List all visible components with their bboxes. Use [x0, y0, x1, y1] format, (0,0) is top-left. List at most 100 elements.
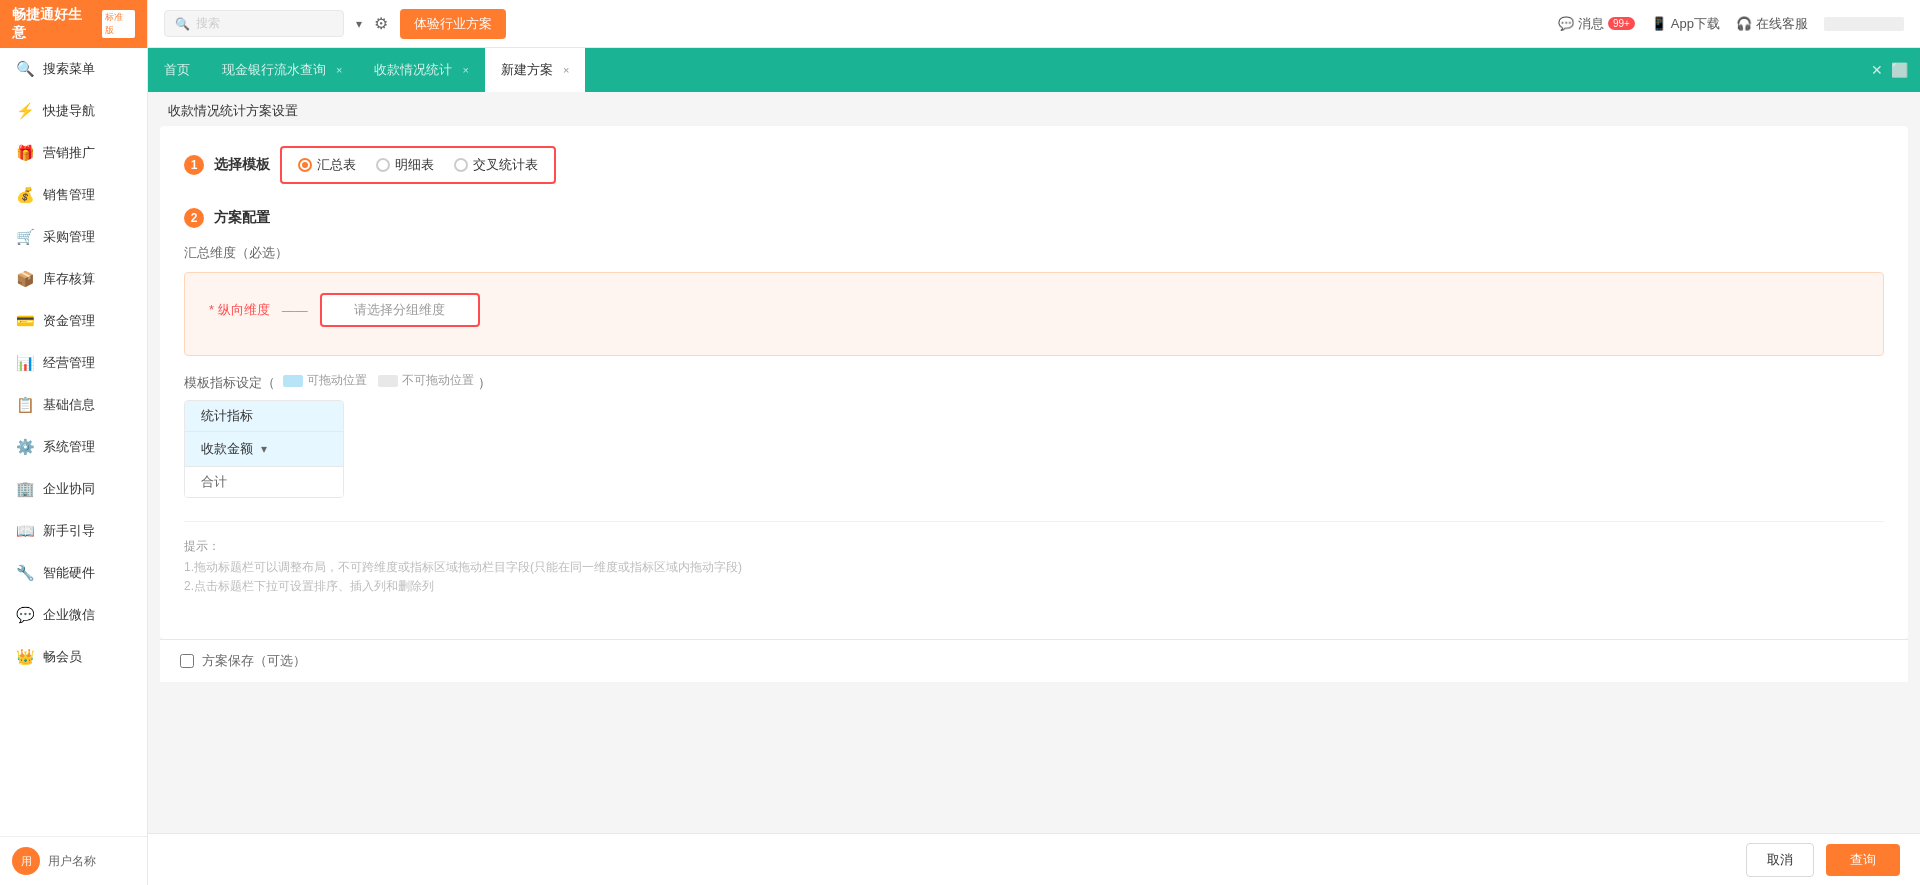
metric-dropdown-icon[interactable]: ▾: [261, 442, 267, 456]
section1-title-row: 1 选择模板 汇总表 明细表 交叉统计表: [184, 146, 1884, 184]
radio-summary: [298, 158, 312, 172]
sidebar-item-system[interactable]: ⚙️系统管理: [0, 426, 147, 468]
tab-collection-stats[interactable]: 收款情况统计×: [358, 48, 484, 92]
service-label: 在线客服: [1756, 15, 1808, 33]
draggable-dot: [283, 375, 303, 387]
legend-close-paren: ）: [478, 375, 491, 390]
message-icon: 💬: [1558, 16, 1574, 31]
option-summary[interactable]: 汇总表: [298, 156, 356, 174]
message-button[interactable]: 💬 消息 99+: [1558, 15, 1635, 33]
sidebar-icon-corp: 🏢: [16, 480, 35, 498]
industry-button[interactable]: 体验行业方案: [400, 9, 506, 39]
sidebar-item-guide[interactable]: 📖 新手引导: [0, 510, 147, 552]
sidebar-label-inventory: 库存核算: [43, 270, 95, 288]
template-options-box: 汇总表 明细表 交叉统计表: [280, 146, 556, 184]
sidebar-item-corp[interactable]: 🏢企业协同: [0, 468, 147, 510]
footer-section: 方案保存（可选）: [160, 639, 1908, 682]
option-detail[interactable]: 明细表: [376, 156, 434, 174]
sidebar-icon-wechat: 💬: [16, 606, 35, 624]
sidebar-label-member: 畅会员: [43, 648, 82, 666]
sidebar-item-wechat[interactable]: 💬 企业微信: [0, 594, 147, 636]
section-config: 2 方案配置 汇总维度（必选） * 纵向维度 —— 请选择分组维度 模板指标设定…: [184, 208, 1884, 595]
tips-title: 提示：: [184, 538, 1884, 555]
gear-icon[interactable]: ⚙: [374, 14, 388, 33]
save-label: 方案保存（可选）: [202, 652, 306, 670]
tab-new-plan[interactable]: 新建方案 ×: [485, 48, 585, 92]
section2-number: 2: [184, 208, 204, 228]
content-area: 收款情况统计方案设置 1 选择模板 汇总表 明细表: [148, 92, 1920, 885]
sidebar-label-finance: 资金管理: [43, 312, 95, 330]
sidebar-label-sales: 销售管理: [43, 186, 95, 204]
service-icon: 🎧: [1736, 16, 1752, 31]
search-icon: 🔍: [175, 17, 190, 31]
sidebar-icon-basic-info: 📋: [16, 396, 35, 414]
close-window-icon[interactable]: ✕: [1871, 62, 1883, 78]
tips-area: 提示： 1.拖动标题栏可以调整布局，不可跨维度或指标区域拖动栏目字段(只能在同一…: [184, 521, 1884, 595]
section2-label: 方案配置: [214, 209, 270, 227]
radio-cross: [454, 158, 468, 172]
main-area: 🔍 搜索 ▾ ⚙ 体验行业方案 💬 消息 99+ 📱 App下载 🎧 在线客服 …: [148, 0, 1920, 885]
maximize-icon[interactable]: ⬜: [1891, 62, 1908, 78]
service-button[interactable]: 🎧 在线客服: [1736, 15, 1808, 33]
sidebar-icon-marketing: 🎁: [16, 144, 35, 162]
sidebar-label-guide: 新手引导: [43, 522, 95, 540]
sidebar-icon-inventory: 📦: [16, 270, 35, 288]
tab-close-new-plan[interactable]: ×: [563, 64, 569, 76]
topbar: 🔍 搜索 ▾ ⚙ 体验行业方案 💬 消息 99+ 📱 App下载 🎧 在线客服: [148, 0, 1920, 48]
tab-label-new-plan: 新建方案: [501, 61, 553, 79]
section2-title-row: 2 方案配置: [184, 208, 1884, 228]
sidebar-label-operation: 经营管理: [43, 354, 95, 372]
tab-cash-flow[interactable]: 现金银行流水查询×: [206, 48, 358, 92]
sidebar-item-hardware[interactable]: 🔧智能硬件: [0, 552, 147, 594]
tab-home[interactable]: 首页: [148, 48, 206, 92]
user-display: [1824, 17, 1904, 31]
save-checkbox[interactable]: [180, 654, 194, 668]
query-button[interactable]: 查询: [1826, 844, 1900, 876]
tab-close-cash-flow[interactable]: ×: [336, 64, 342, 76]
sidebar-item-marketing[interactable]: 🎁 营销推广: [0, 132, 147, 174]
sidebar-item-operation[interactable]: 📊经营管理: [0, 342, 147, 384]
sidebar-icon-quick-nav: ⚡: [16, 102, 35, 120]
sidebar-item-basic-info[interactable]: 📋 基础信息: [0, 384, 147, 426]
sidebar-item-purchase[interactable]: 🛒采购管理: [0, 216, 147, 258]
sidebar-item-quick-nav[interactable]: ⚡快捷导航: [0, 90, 147, 132]
sidebar-nav: 🔍 搜索菜单 ⚡快捷导航 🎁 营销推广 💰 销售管理 🛒采购管理 📦 库存核算 💳 资金管理 📊经营管理…: [0, 48, 147, 678]
sidebar-label-search: 搜索菜单: [43, 60, 95, 78]
sidebar-label-wechat: 企业微信: [43, 606, 95, 624]
sidebar-icon-finance: 💳: [16, 312, 35, 330]
sidebar-item-search[interactable]: 🔍 搜索菜单: [0, 48, 147, 90]
sidebar-icon-search: 🔍: [16, 60, 35, 78]
draggable-label: 可拖动位置: [307, 372, 367, 389]
sidebar-icon-purchase: 🛒: [16, 228, 35, 246]
sidebar-item-sales[interactable]: 💰 销售管理: [0, 174, 147, 216]
cancel-button[interactable]: 取消: [1746, 843, 1814, 877]
metrics-table-header: 统计指标: [185, 401, 343, 432]
dimension-area: * 纵向维度 —— 请选择分组维度: [184, 272, 1884, 356]
metrics-header: 模板指标设定（ 可拖动位置 不可拖动位置 ）: [184, 372, 1884, 392]
sidebar: 畅捷通好生意 标准版 🔍 搜索菜单 ⚡快捷导航 🎁 营销推广 💰 销售管理 🛒采购管理 📦 库存核…: [0, 0, 148, 885]
option-cross[interactable]: 交叉统计表: [454, 156, 538, 174]
section1-label: 选择模板: [214, 156, 270, 174]
window-controls: ✕ ⬜: [1859, 62, 1920, 78]
search-box[interactable]: 🔍 搜索: [164, 10, 344, 37]
page-header: 收款情况统计方案设置: [148, 92, 1920, 126]
tab-label-home: 首页: [164, 61, 190, 79]
sidebar-label-basic-info: 基础信息: [43, 396, 95, 414]
sidebar-icon-guide: 📖: [16, 522, 35, 540]
sidebar-item-inventory[interactable]: 📦 库存核算: [0, 258, 147, 300]
sidebar-item-finance[interactable]: 💳 资金管理: [0, 300, 147, 342]
tab-list: 首页现金银行流水查询×收款情况统计× 新建方案 ×: [148, 48, 585, 92]
sidebar-icon-sales: 💰: [16, 186, 35, 204]
sidebar-logo: 畅捷通好生意 标准版: [0, 0, 147, 48]
sidebar-icon-member: 👑: [16, 648, 35, 666]
download-button[interactable]: 📱 App下载: [1651, 15, 1720, 33]
tab-close-collection-stats[interactable]: ×: [462, 64, 468, 76]
sidebar-item-member[interactable]: 👑 畅会员: [0, 636, 147, 678]
dimension-select[interactable]: 请选择分组维度: [320, 293, 480, 327]
download-icon: 📱: [1651, 16, 1667, 31]
dropdown-arrow[interactable]: ▾: [356, 17, 362, 31]
vertical-dimension-row: * 纵向维度 —— 请选择分组维度: [209, 293, 1859, 327]
download-label: App下载: [1671, 15, 1720, 33]
sidebar-label-marketing: 营销推广: [43, 144, 95, 162]
username: 用户名称: [48, 853, 96, 870]
